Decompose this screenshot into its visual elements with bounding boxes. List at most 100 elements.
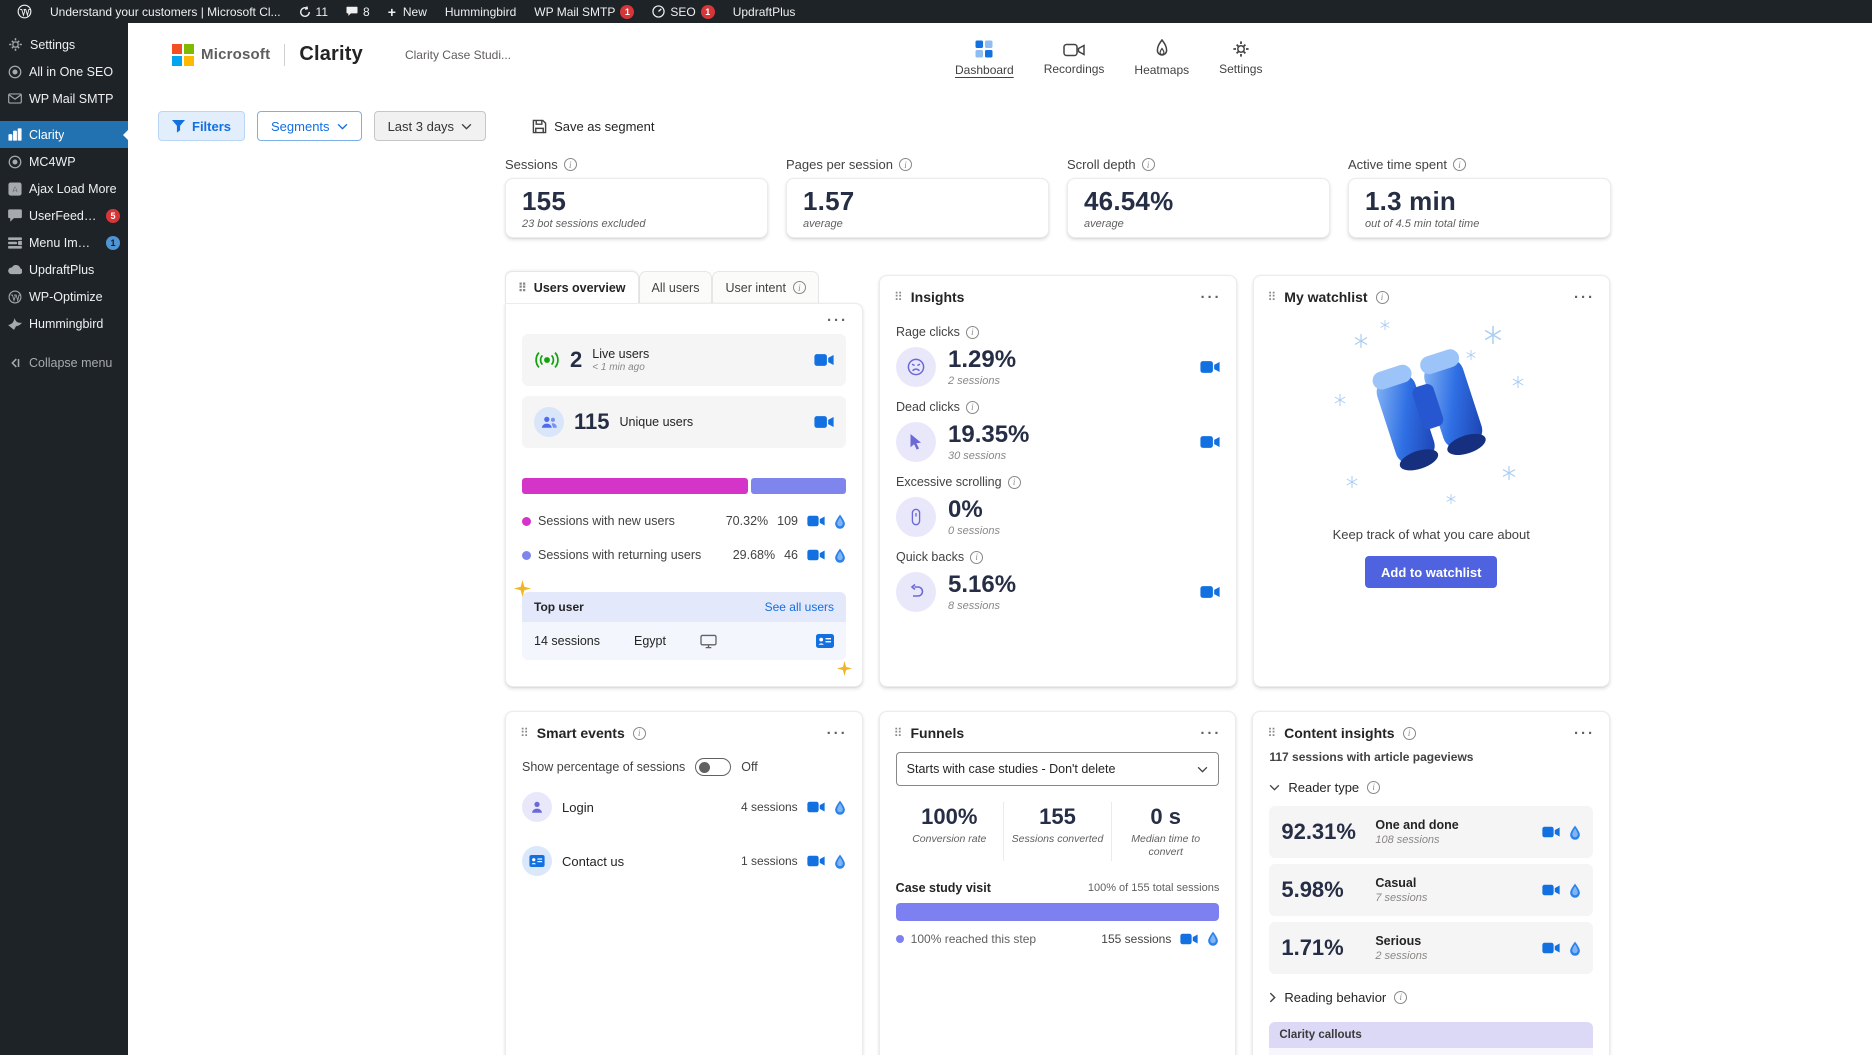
video-camera-icon[interactable] [814,415,834,429]
heatmap-drop-icon[interactable] [834,514,846,529]
drag-handle-icon[interactable] [518,281,527,295]
video-camera-icon[interactable] [1200,435,1220,449]
sidebar-item-hummingbird[interactable]: Hummingbird [0,310,128,337]
tab-user-intent[interactable]: User intent [712,271,819,303]
heatmap-drop-icon[interactable] [1569,883,1581,898]
reader-type-expander[interactable]: Reader type [1269,774,1593,800]
updates-indicator[interactable]: 11 [290,0,337,23]
reading-behavior-expander[interactable]: Reading behavior [1269,984,1593,1010]
drag-handle-icon[interactable] [894,288,903,306]
info-icon[interactable] [1141,158,1155,171]
info-icon[interactable] [1367,780,1381,794]
more-menu-button[interactable] [1574,289,1595,306]
heatmap-drop-icon[interactable] [1569,825,1581,840]
info-icon[interactable] [632,726,646,740]
id-card-icon[interactable] [816,634,834,648]
tab-users-overview[interactable]: Users overview [505,271,639,303]
tab-recordings[interactable]: Recordings [1029,39,1120,77]
heatmap-drop-icon[interactable] [834,800,846,815]
comments-indicator[interactable]: 8 [337,0,379,23]
legend-dot [522,516,531,526]
date-range-dropdown[interactable]: Last 3 days [373,111,487,141]
wordpress-logo-icon[interactable] [8,0,41,23]
info-icon[interactable] [1394,990,1408,1004]
drag-handle-icon[interactable] [1267,724,1276,742]
sidebar-item-ajax-load-more[interactable]: A Ajax Load More [0,175,128,202]
info-icon[interactable] [1375,290,1389,304]
info-icon[interactable] [898,158,912,171]
collapse-menu-button[interactable]: Collapse menu [0,349,128,376]
heatmap-drop-icon[interactable] [834,548,846,563]
sidebar-item-label: Menu Image [29,235,97,250]
tab-heatmaps[interactable]: Heatmaps [1119,39,1204,77]
more-menu-button[interactable] [827,725,848,742]
sidebar-item-userfeedback[interactable]: UserFeedback 5 [0,202,128,229]
sidebar-item-wp-mail-smtp[interactable]: WP Mail SMTP [0,85,128,112]
top-user-row[interactable]: 14 sessions Egypt [522,622,846,660]
drag-handle-icon[interactable] [520,724,529,742]
sidebar-item-settings[interactable]: Settings [0,31,128,58]
drag-handle-icon[interactable] [894,724,903,742]
info-icon[interactable] [792,281,806,294]
info-icon[interactable] [965,325,979,339]
video-camera-icon[interactable] [1200,360,1220,374]
content-insights-subtitle: 117 sessions with article pageviews [1269,750,1474,764]
sidebar-item-wp-optimize[interactable]: WP-Optimize [0,283,128,310]
video-camera-icon[interactable] [1180,933,1198,945]
video-camera-icon[interactable] [807,515,825,527]
smart-event-login[interactable]: Login 4 sessions [522,784,846,830]
segments-dropdown[interactable]: Segments [257,111,362,141]
admin-bar-seo-link[interactable]: SEO 1 [643,0,723,23]
sidebar-item-menu-image[interactable]: Menu Image 1 [0,229,128,256]
video-camera-icon[interactable] [1542,942,1560,954]
tab-all-users[interactable]: All users [638,271,713,303]
see-all-users-link[interactable]: See all users [765,600,834,614]
tab-settings[interactable]: Settings [1204,39,1277,77]
smart-event-contact-us[interactable]: Contact us 1 sessions [522,838,846,884]
sidebar-item-all-in-one-seo[interactable]: All in One SEO [0,58,128,85]
heatmap-drop-icon[interactable] [1207,931,1219,946]
video-camera-icon[interactable] [807,801,825,813]
info-icon[interactable] [965,400,979,414]
new-content-button[interactable]: New [379,0,436,23]
sidebar-item-mc4wp[interactable]: MC4WP [0,148,128,175]
info-icon[interactable] [970,550,984,564]
insight-sessions: 0 sessions [948,524,1000,537]
heatmap-drop-icon[interactable] [834,854,846,869]
insight-label: Quick backs [896,550,965,564]
clarity-dashboard: Microsoft Clarity Clarity Case Studi... … [128,23,1872,1055]
ajax-load-more-icon: A [8,181,22,196]
info-icon[interactable] [1007,475,1021,489]
project-selector[interactable]: Clarity Case Studi... [405,48,511,62]
more-menu-button[interactable] [1200,725,1221,742]
heatmap-drop-icon[interactable] [1569,941,1581,956]
more-menu-button[interactable] [827,312,848,329]
video-camera-icon[interactable] [1542,884,1560,896]
sidebar-item-clarity[interactable]: Clarity [0,121,128,148]
more-menu-button[interactable] [1201,289,1222,306]
video-camera-icon[interactable] [814,353,834,367]
filters-button[interactable]: Filters [158,111,246,141]
admin-bar-hummingbird-link[interactable]: Hummingbird [436,0,525,23]
tab-dashboard[interactable]: Dashboard [940,39,1029,77]
more-menu-button[interactable] [1574,725,1595,742]
save-as-segment-button[interactable]: Save as segment [518,111,668,141]
video-camera-icon[interactable] [1542,826,1560,838]
video-camera-icon[interactable] [807,549,825,561]
step-sessions: 155 sessions [1101,931,1172,946]
admin-bar-wp-mail-smtp-link[interactable]: WP Mail SMTP 1 [525,0,643,23]
video-camera-icon[interactable] [807,855,825,867]
drag-handle-icon[interactable] [1268,288,1277,306]
video-camera-icon[interactable] [1200,585,1220,599]
live-icon [534,351,560,369]
sidebar-item-updraftplus[interactable]: UpdraftPlus [0,256,128,283]
info-icon[interactable] [1402,726,1416,740]
info-icon[interactable] [1453,158,1466,171]
add-to-watchlist-button[interactable]: Add to watchlist [1365,556,1498,588]
percentage-toggle[interactable] [695,758,732,776]
funnel-selector[interactable]: Starts with case studies - Don't delete [895,752,1220,786]
site-title-link[interactable]: Understand your customers | Microsoft Cl… [41,0,290,23]
admin-bar-updraftplus-link[interactable]: UpdraftPlus [724,0,805,23]
live-users-value: 2 [570,347,583,372]
info-icon[interactable] [563,158,577,171]
